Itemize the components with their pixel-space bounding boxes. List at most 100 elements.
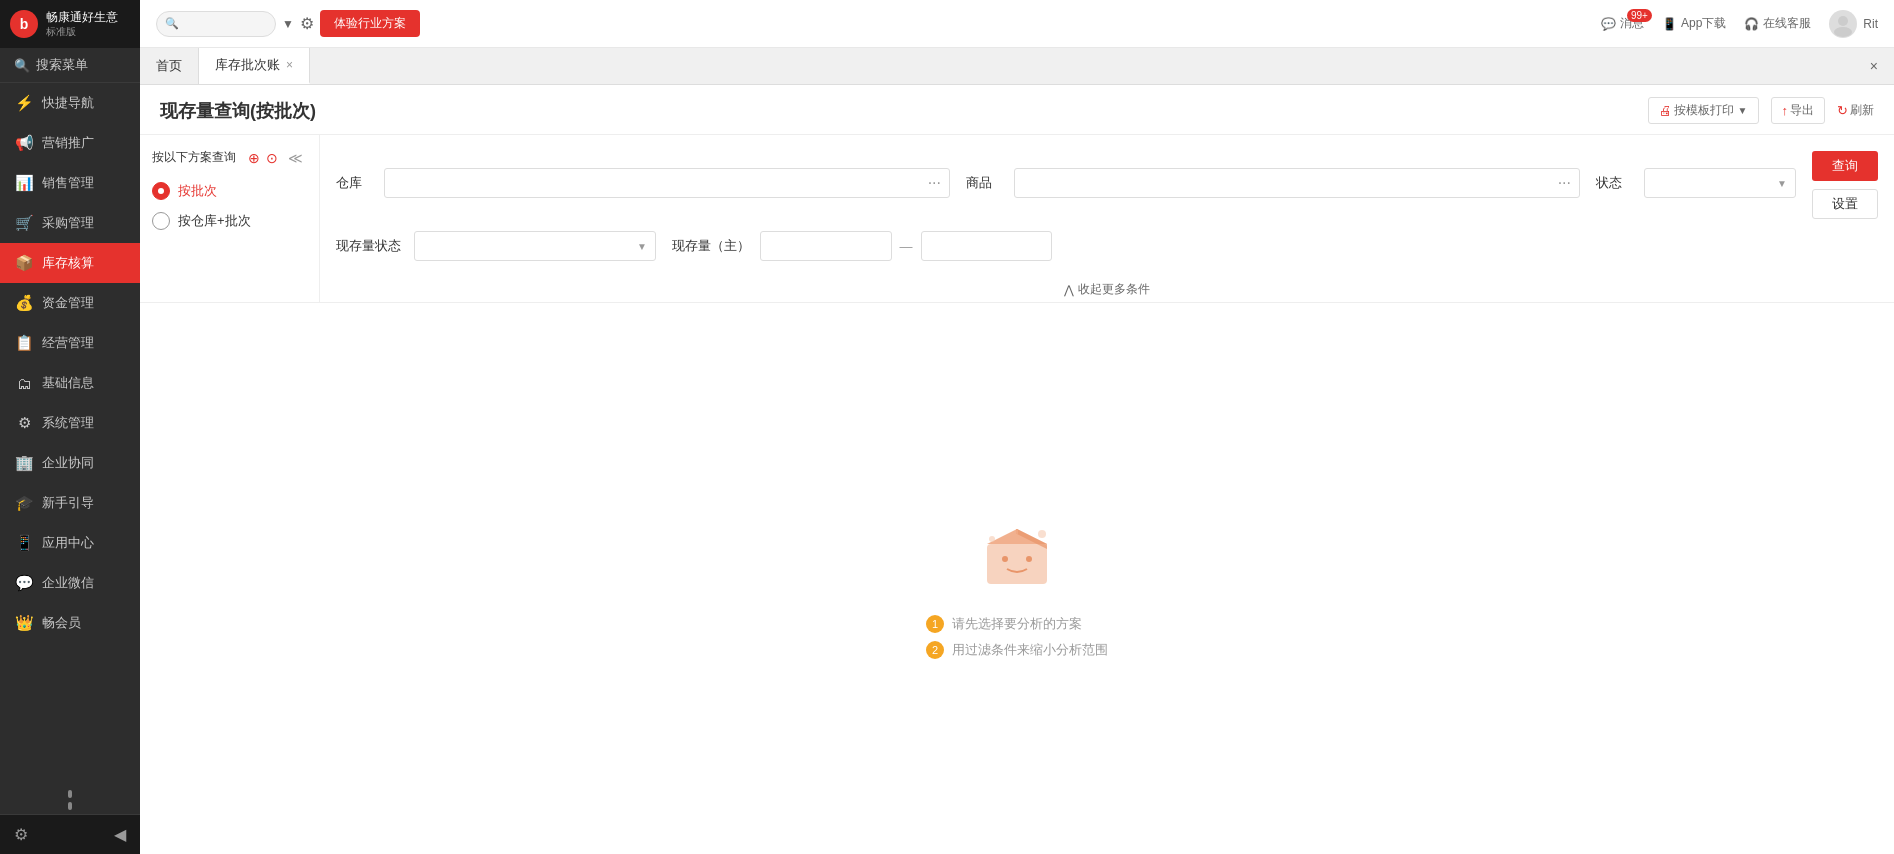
sidebar-item-label: 销售管理 [42,174,94,192]
sidebar: b 畅康通好生意 标准版 🔍 搜索菜单 ⚡ 快捷导航 📢 营销推广 📊 销售管理… [0,0,140,854]
phone-icon: 📱 [1662,17,1677,31]
page-title: 现存量查询(按批次) [160,99,316,123]
topbar-nav: 🔍 ▼ ⚙ 体验行业方案 [156,10,1589,37]
tab-home-label: 首页 [156,57,182,75]
settings-button[interactable]: 设置 [1812,189,1878,219]
topbar: 🔍 ▼ ⚙ 体验行业方案 💬 消息 99+ 📱 App下载 🎧 在线客服 [140,0,1894,48]
filter-settings-icon[interactable]: ⊙ [266,150,278,166]
wechat-icon: 💬 [14,573,34,593]
filter-row-2: 现存量状态 ▼ 现存量（主） — [336,231,1878,261]
tab-close-icon[interactable]: × [286,58,293,72]
search-icon: 🔍 [14,58,30,73]
topbar-dropdown[interactable]: ▼ [282,17,294,31]
settings-footer-icon[interactable]: ⚙ [14,825,28,844]
svg-point-7 [1026,556,1032,562]
topbar-search-area: 🔍 [156,11,276,37]
svg-point-10 [989,536,995,542]
tab-home[interactable]: 首页 [140,48,199,84]
online-service-label: 在线客服 [1763,15,1811,32]
app-download-button[interactable]: 📱 App下载 [1662,15,1726,32]
empty-state: 1 请先选择要分析的方案 2 用过滤条件来缩小分析范围 [140,303,1894,854]
sidebar-item-marketing[interactable]: 📢 营销推广 [0,123,140,163]
filter-option-wb-icon [152,212,170,230]
filter-sidebar: 按以下方案查询 ⊕ ⊙ ≪ 按批次 按仓库+批次 [140,135,320,302]
filter-right-btns: 查询 设置 [1812,147,1878,219]
product-input[interactable]: ··· [1014,168,1580,198]
sidebar-footer: ⚙ ◀ [0,814,140,854]
stock-status-label: 现存量状态 [336,237,406,255]
empty-tip-1: 1 请先选择要分析的方案 [926,615,1108,633]
status-select[interactable]: ▼ [1644,168,1796,198]
enterprise-icon: 🏢 [14,453,34,473]
sidebar-item-wechat[interactable]: 💬 企业微信 [0,563,140,603]
collapse-filter-icon[interactable]: ≪ [284,150,307,166]
print-icon: 🖨 [1659,103,1672,118]
empty-illustration [967,499,1067,599]
filter-field-stock-qty: 现存量（主） — [672,231,1052,261]
empty-tip-2: 2 用过滤条件来缩小分析范围 [926,641,1108,659]
trial-button[interactable]: 体验行业方案 [320,10,420,37]
sidebar-item-member[interactable]: 👑 畅会员 [0,603,140,643]
tip-text-2: 用过滤条件来缩小分析范围 [952,641,1108,659]
sidebar-item-appcenter[interactable]: 📱 应用中心 [0,523,140,563]
add-filter-icon[interactable]: ⊕ [248,150,260,166]
print-button[interactable]: 🖨 按模板打印 ▼ [1648,97,1759,124]
stock-qty-min-input[interactable] [760,231,892,261]
sidebar-menu: ⚡ 快捷导航 📢 营销推广 📊 销售管理 🛒 采购管理 📦 库存核算 💰 资金管… [0,83,140,786]
refresh-button[interactable]: ↻ 刷新 [1837,102,1874,119]
sidebar-search-label: 搜索菜单 [36,56,88,74]
warehouse-dots-icon[interactable]: ··· [928,174,941,192]
sidebar-item-quicknav[interactable]: ⚡ 快捷导航 [0,83,140,123]
empty-tips: 1 请先选择要分析的方案 2 用过滤条件来缩小分析范围 [926,615,1108,659]
sidebar-header: b 畅康通好生意 标准版 [0,0,140,48]
sidebar-item-sales[interactable]: 📊 销售管理 [0,163,140,203]
filter-option-warehouse-batch[interactable]: 按仓库+批次 [140,206,319,236]
sidebar-item-newguide[interactable]: 🎓 新手引导 [0,483,140,523]
filter-area: 按以下方案查询 ⊕ ⊙ ≪ 按批次 按仓库+批次 [140,135,1894,303]
sidebar-item-label: 企业协同 [42,454,94,472]
sidebar-item-finance[interactable]: 💰 资金管理 [0,283,140,323]
sidebar-item-operations[interactable]: 📋 经营管理 [0,323,140,363]
sidebar-item-basic[interactable]: 🗂 基础信息 [0,363,140,403]
status-dropdown-icon: ▼ [1777,178,1787,189]
stock-qty-max-input[interactable] [921,231,1053,261]
app-download-label: App下载 [1681,15,1726,32]
filter-field-stock-status: 现存量状态 ▼ [336,231,656,261]
sidebar-item-system[interactable]: ⚙ 系统管理 [0,403,140,443]
stock-qty-label: 现存量（主） [672,237,752,255]
collapse-sidebar-icon[interactable]: ◀ [114,825,126,844]
export-button[interactable]: ↑ 导出 [1771,97,1826,124]
sidebar-item-enterprise[interactable]: 🏢 企业协同 [0,443,140,483]
messages-button[interactable]: 💬 消息 99+ [1601,15,1644,32]
global-close-icon[interactable]: × [1870,58,1878,74]
sidebar-item-purchase[interactable]: 🛒 采购管理 [0,203,140,243]
app-name: 畅康通好生意 [46,9,118,26]
member-icon: 👑 [14,613,34,633]
svg-point-1 [1834,27,1852,37]
filter-option-wb-label: 按仓库+批次 [178,212,251,230]
user-menu[interactable]: Rit [1829,10,1878,38]
filter-option-batch[interactable]: 按批次 [140,176,319,206]
operations-icon: 📋 [14,333,34,353]
topbar-gear-icon[interactable]: ⚙ [300,14,314,33]
topbar-search-icon: 🔍 [165,17,179,30]
tab-inventory-batch[interactable]: 库存批次账 × [199,48,310,84]
online-service-button[interactable]: 🎧 在线客服 [1744,15,1811,32]
query-button[interactable]: 查询 [1812,151,1878,181]
collapse-more-label: 收起更多条件 [1078,281,1150,298]
sidebar-item-inventory[interactable]: 📦 库存核算 [0,243,140,283]
refresh-icon: ↻ [1837,103,1848,118]
marketing-icon: 📢 [14,133,34,153]
sidebar-search[interactable]: 🔍 搜索菜单 [0,48,140,83]
page-header: 现存量查询(按批次) 🖨 按模板打印 ▼ ↑ 导出 ↻ 刷新 [140,85,1894,135]
dropdown-icon: ▼ [282,17,294,31]
collapse-more-button[interactable]: ⋀ 收起更多条件 [1064,281,1150,298]
filter-sidebar-header: 按以下方案查询 ⊕ ⊙ ≪ [140,145,319,170]
stock-status-select[interactable]: ▼ [414,231,656,261]
warehouse-input[interactable]: ··· [384,168,950,198]
sales-icon: 📊 [14,173,34,193]
sidebar-item-label: 资金管理 [42,294,94,312]
product-dots-icon[interactable]: ··· [1558,174,1571,192]
svg-point-0 [1838,16,1848,26]
newguide-icon: 🎓 [14,493,34,513]
